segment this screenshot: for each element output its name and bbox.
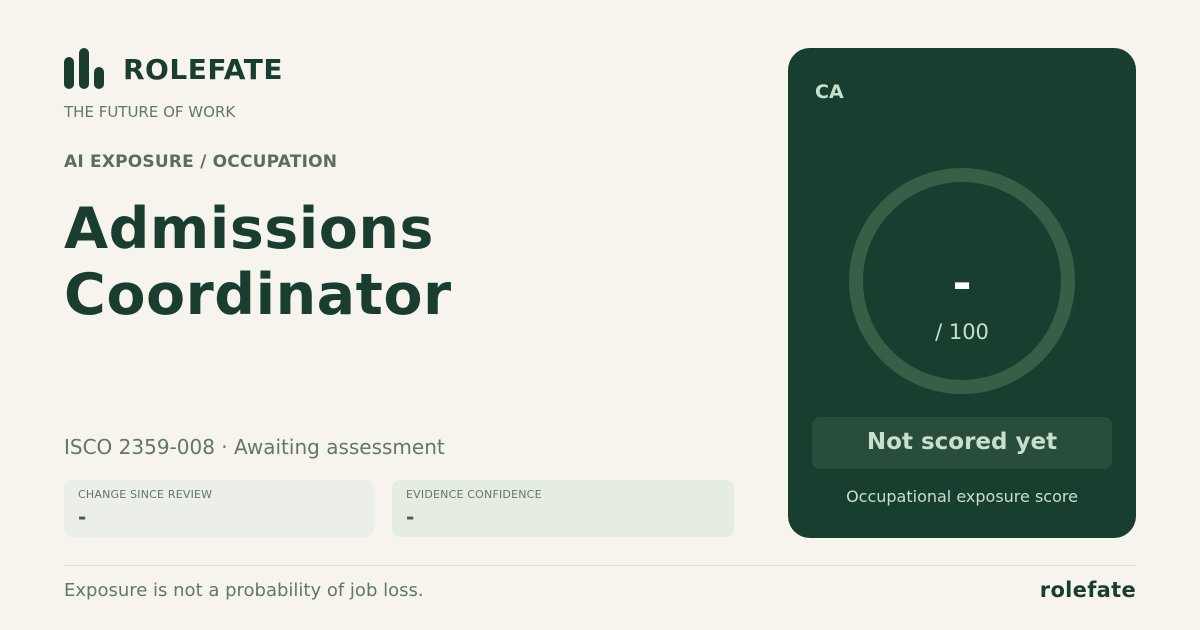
bar-chart-icon (64, 48, 105, 89)
logo: ROLEFATE (64, 48, 283, 89)
score-value: - (952, 256, 972, 310)
evidence-confidence-box: EVIDENCE CONFIDENCE - (392, 480, 734, 537)
score-caption: Occupational exposure score (846, 487, 1078, 506)
stat-value: - (78, 505, 87, 529)
brand-name: ROLEFATE (123, 53, 283, 86)
occupation-meta: ISCO 2359-008 · Awaiting assessment (64, 435, 445, 459)
stat-label: CHANGE SINCE REVIEW (78, 488, 213, 501)
tagline: THE FUTURE OF WORK (64, 103, 236, 121)
divider (64, 565, 1136, 566)
disclaimer: Exposure is not a probability of job los… (64, 580, 424, 601)
change-since-review-box: CHANGE SINCE REVIEW - (64, 480, 374, 537)
stat-label: EVIDENCE CONFIDENCE (406, 488, 542, 501)
footer-brand: rolefate (1039, 578, 1136, 602)
score-ring: - / 100 (849, 168, 1075, 394)
status-badge: Not scored yet (812, 417, 1112, 469)
score-max: / 100 (935, 320, 989, 344)
stat-value: - (406, 505, 415, 529)
score-card: CA - / 100 Not scored yet Occupational e… (788, 48, 1136, 538)
occupation-title: Admissions Coordinator (64, 196, 452, 328)
region-code: CA (815, 81, 844, 103)
section-label: AI EXPOSURE / OCCUPATION (64, 152, 338, 172)
